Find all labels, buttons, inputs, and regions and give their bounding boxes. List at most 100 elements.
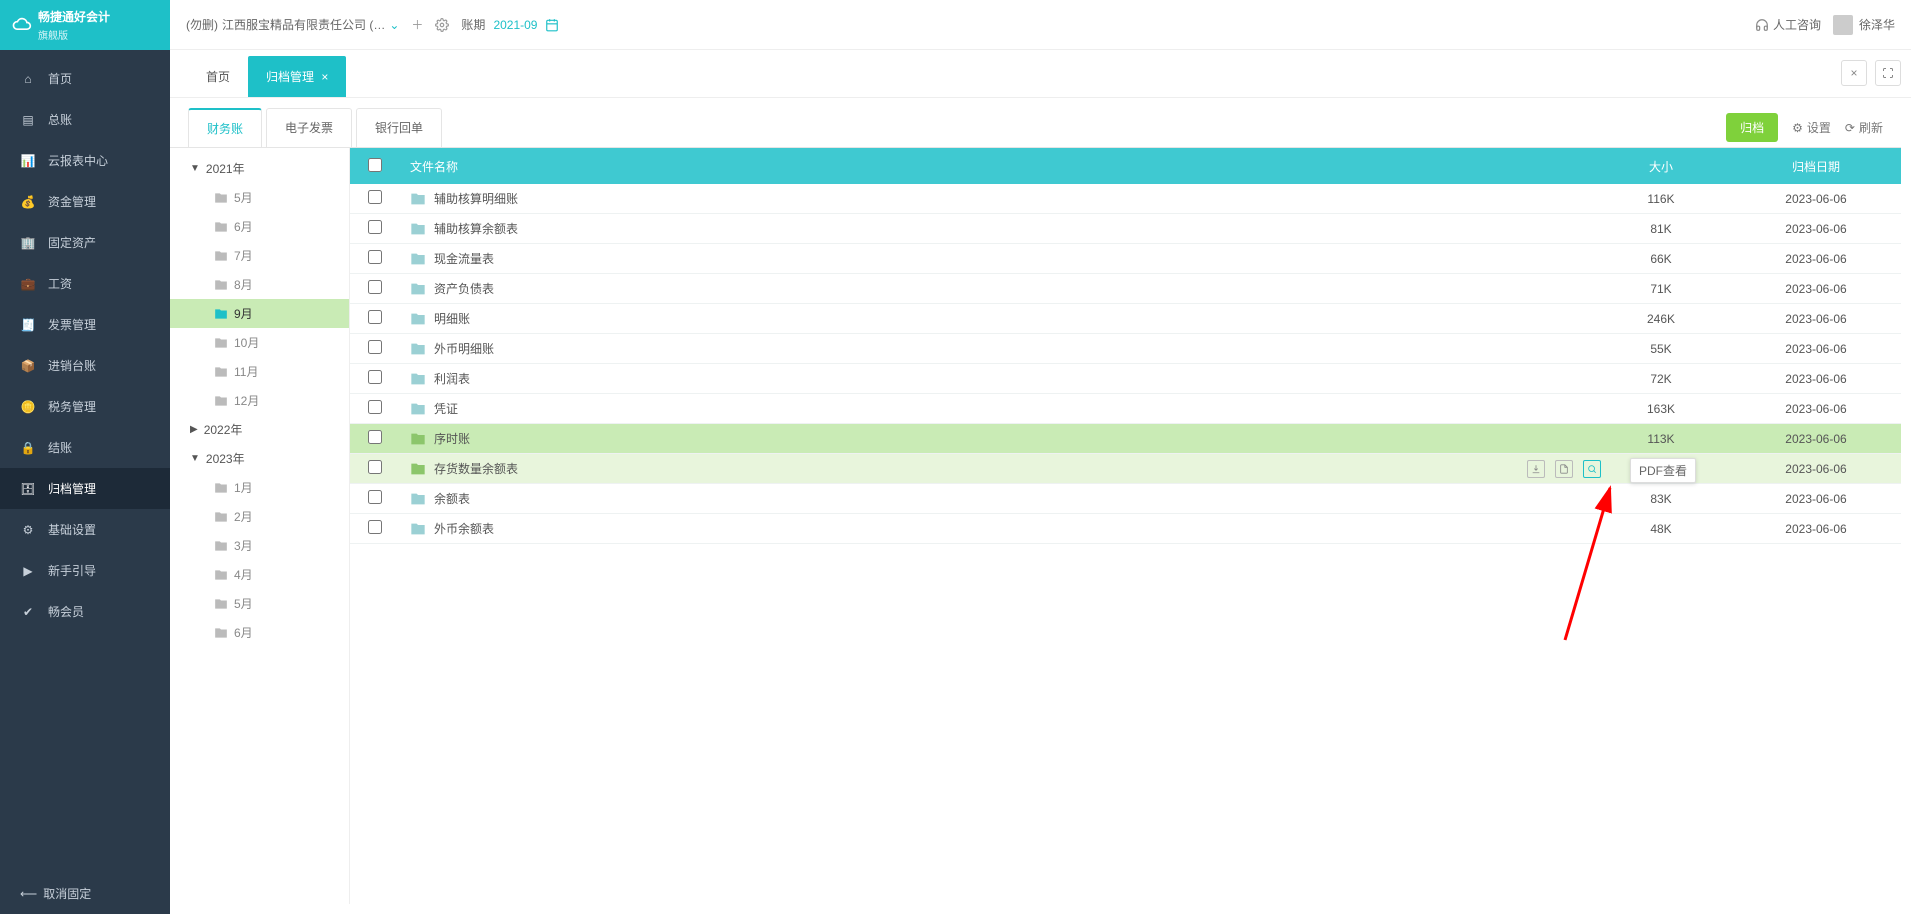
sidebar-item[interactable]: 💼工资: [0, 263, 170, 304]
sub-tab-einvoice[interactable]: 电子发票: [266, 108, 352, 147]
sidebar-item[interactable]: ▶新手引导: [0, 550, 170, 591]
tree-month[interactable]: 11月: [170, 357, 349, 386]
tree-month[interactable]: 6月: [170, 212, 349, 241]
table-row[interactable]: 余额表83K2023-06-06: [350, 484, 1901, 514]
month-label: 10月: [234, 334, 259, 351]
archive-button[interactable]: 归档: [1726, 113, 1778, 142]
sidebar-item[interactable]: 📦进销台账: [0, 345, 170, 386]
sidebar-item[interactable]: 📊云报表中心: [0, 140, 170, 181]
table-row[interactable]: 外币余额表48K2023-06-06: [350, 514, 1901, 544]
tree-month[interactable]: 4月: [170, 560, 349, 589]
refresh-icon: ⟳: [1845, 121, 1855, 135]
view-icon[interactable]: [1583, 460, 1601, 478]
row-checkbox[interactable]: [368, 460, 382, 474]
nav-icon: 🪙: [20, 399, 36, 415]
tree-year[interactable]: ▼2023年: [170, 444, 349, 473]
table-row[interactable]: 辅助核算明细账116K2023-06-06: [350, 184, 1901, 214]
sidebar-item[interactable]: 💰资金管理: [0, 181, 170, 222]
settings-link[interactable]: ⚙ 设置: [1792, 119, 1831, 136]
month-label: 5月: [234, 595, 253, 612]
table-row[interactable]: 凭证163K2023-06-06: [350, 394, 1901, 424]
row-actions: [1527, 460, 1601, 478]
plus-icon[interactable]: ＋: [411, 16, 423, 33]
help-link[interactable]: 人工咨询: [1755, 16, 1821, 33]
tooltip: PDF查看: [1630, 458, 1696, 483]
close-icon[interactable]: ×: [321, 70, 328, 84]
month-label: 11月: [234, 363, 258, 380]
sidebar-item[interactable]: ▤总账: [0, 99, 170, 140]
tree-month[interactable]: 9月: [170, 299, 349, 328]
sub-tab-bank[interactable]: 银行回单: [356, 108, 442, 147]
tree-month[interactable]: 8月: [170, 270, 349, 299]
tree-month[interactable]: 3月: [170, 531, 349, 560]
year-label: 2022年: [204, 421, 243, 438]
table-row[interactable]: 现金流量表66K2023-06-06: [350, 244, 1901, 274]
sidebar-item[interactable]: 🪙税务管理: [0, 386, 170, 427]
close-all-button[interactable]: ×: [1841, 60, 1867, 86]
tree-month[interactable]: 5月: [170, 589, 349, 618]
table-row[interactable]: 辅助核算余额表81K2023-06-06: [350, 214, 1901, 244]
sub-tab-finance[interactable]: 财务账: [188, 108, 262, 147]
sidebar-item[interactable]: 🧾发票管理: [0, 304, 170, 345]
tab-archive-mgmt[interactable]: 归档管理 ×: [248, 56, 346, 97]
file-size: 113K: [1591, 432, 1731, 446]
nav-icon: 🗄: [20, 481, 36, 497]
user-menu[interactable]: 徐泽华: [1833, 15, 1895, 35]
folder-icon: [214, 191, 228, 205]
select-all-checkbox[interactable]: [368, 158, 382, 172]
row-checkbox[interactable]: [368, 520, 382, 534]
tree-month[interactable]: 7月: [170, 241, 349, 270]
year-month-tree: ▼2021年5月6月7月8月9月10月11月12月▶2022年▼2023年1月2…: [170, 148, 350, 904]
sidebar-item[interactable]: 🔒结账: [0, 427, 170, 468]
row-checkbox[interactable]: [368, 340, 382, 354]
gear-icon[interactable]: [435, 18, 449, 32]
tree-month[interactable]: 5月: [170, 183, 349, 212]
row-checkbox[interactable]: [368, 280, 382, 294]
sidebar-unpin[interactable]: ⟵ 取消固定: [0, 873, 170, 914]
expand-icon: ▼: [190, 163, 200, 174]
sidebar-item[interactable]: ⌂首页: [0, 58, 170, 99]
table-row[interactable]: 存货数量余额表2K2023-06-06PDF查看: [350, 454, 1901, 484]
period-selector[interactable]: 账期 2021-09: [461, 16, 559, 33]
tree-month[interactable]: 6月: [170, 618, 349, 647]
row-checkbox[interactable]: [368, 490, 382, 504]
tree-year[interactable]: ▼2021年: [170, 154, 349, 183]
nav-icon: ⚙: [20, 522, 36, 538]
sidebar-item[interactable]: 🗄归档管理: [0, 468, 170, 509]
tree-year[interactable]: ▶2022年: [170, 415, 349, 444]
sidebar-item[interactable]: ⚙ 基础设置: [0, 509, 170, 550]
sidebar-item[interactable]: 🏢固定资产: [0, 222, 170, 263]
download-icon[interactable]: [1527, 460, 1545, 478]
tree-month[interactable]: 12月: [170, 386, 349, 415]
table-row[interactable]: 明细账246K2023-06-06: [350, 304, 1901, 334]
row-checkbox[interactable]: [368, 370, 382, 384]
chevron-down-icon: ⌄: [389, 18, 399, 32]
pdf-icon[interactable]: [1555, 460, 1573, 478]
row-checkbox[interactable]: [368, 220, 382, 234]
file-table: 文件名称 大小 归档日期 辅助核算明细账116K2023-06-06辅助核算余额…: [350, 148, 1901, 904]
tree-month[interactable]: 1月: [170, 473, 349, 502]
table-row[interactable]: 外币明细账55K2023-06-06: [350, 334, 1901, 364]
tab-home[interactable]: 首页: [188, 56, 248, 97]
row-checkbox[interactable]: [368, 190, 382, 204]
nav-label: 基础设置: [48, 521, 96, 538]
refresh-link[interactable]: ⟳ 刷新: [1845, 119, 1883, 136]
company-selector[interactable]: (勿删) 江西服宝精品有限责任公司 (… ⌄: [186, 16, 399, 33]
table-row[interactable]: 资产负债表71K2023-06-06: [350, 274, 1901, 304]
month-label: 4月: [234, 566, 253, 583]
archive-date: 2023-06-06: [1731, 222, 1901, 236]
row-checkbox[interactable]: [368, 310, 382, 324]
sidebar-item[interactable]: ✔畅会员: [0, 591, 170, 632]
month-label: 6月: [234, 624, 253, 641]
row-checkbox[interactable]: [368, 400, 382, 414]
row-checkbox[interactable]: [368, 430, 382, 444]
table-row[interactable]: 利润表72K2023-06-06: [350, 364, 1901, 394]
tree-month[interactable]: 2月: [170, 502, 349, 531]
tree-month[interactable]: 10月: [170, 328, 349, 357]
file-name: 序时账: [434, 430, 470, 447]
table-row[interactable]: 序时账113K2023-06-06: [350, 424, 1901, 454]
folder-icon: [410, 431, 426, 447]
nav-icon: ✔: [20, 604, 36, 620]
fullscreen-button[interactable]: [1875, 60, 1901, 86]
row-checkbox[interactable]: [368, 250, 382, 264]
